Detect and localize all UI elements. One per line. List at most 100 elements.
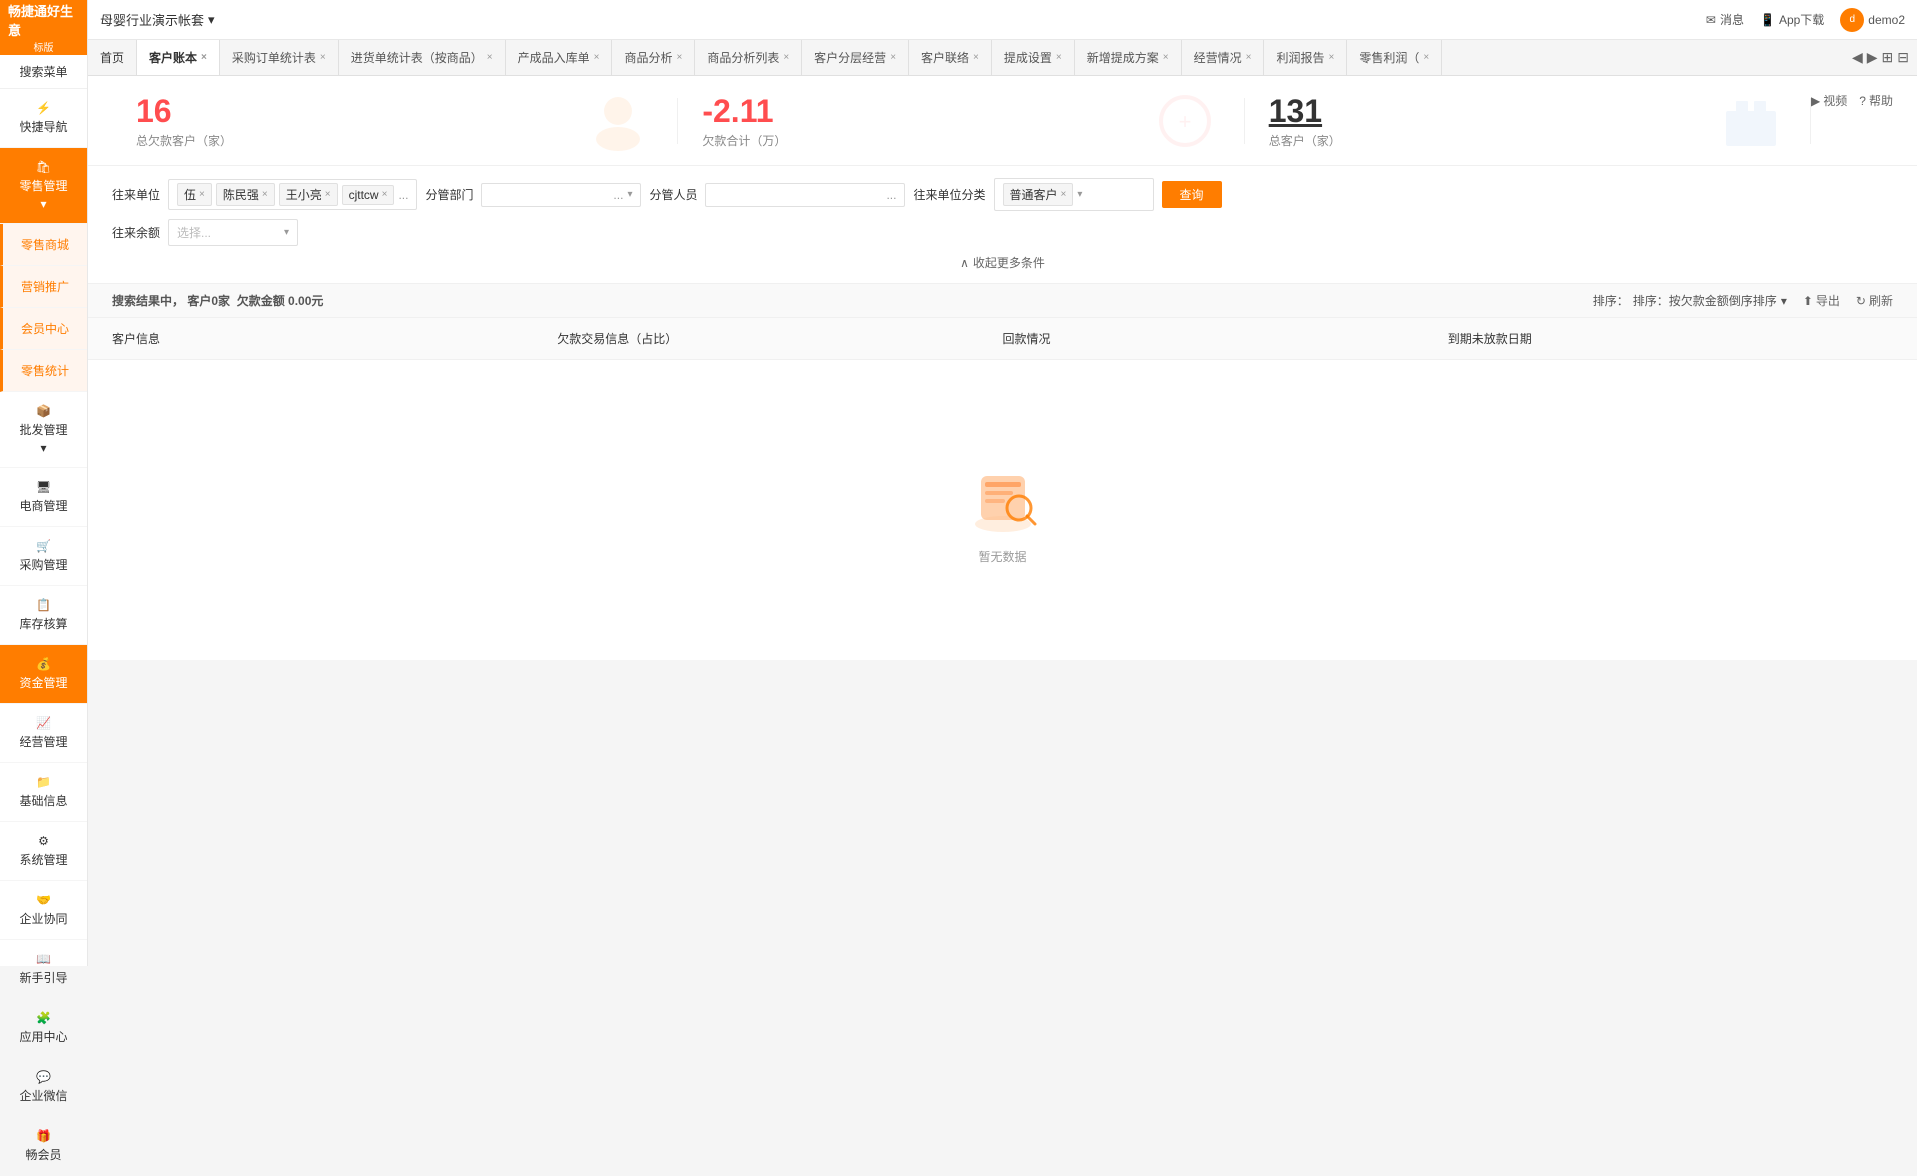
sidebar-item-label: 新手引导 [19,969,67,986]
remainder-filter-select[interactable]: 选择... ▾ [168,219,298,246]
tab-inbound-stats[interactable]: 进货单统计表（按商品） × [339,40,506,76]
table-body: 暂无数据 [88,360,1917,660]
dept-filter-select[interactable]: ... ▾ [481,183,641,207]
sidebar-item-finance[interactable]: 💰 资金管理 [0,645,87,704]
search-label: 搜索结果中， [112,294,184,308]
download-label: App下载 [1779,11,1824,28]
filter-tag-4[interactable]: cjttcw × [342,185,395,205]
person-filter-select[interactable]: ... [705,183,905,207]
app-download-btn[interactable]: 📱 App下载 [1760,11,1824,28]
sidebar-item-corp-wechat[interactable]: 💬 企业微信 [0,1058,87,1117]
sidebar-item-purchase[interactable]: 🛒 采购管理 [0,527,87,586]
tab-contact-close[interactable]: × [973,52,979,63]
sidebar-item-retail-mgmt[interactable]: 🛍 零售管理 ▾ [0,148,87,224]
filter-tag-2-label: 陈民强 [223,186,259,203]
tab-profit-close[interactable]: × [1328,52,1334,63]
customer-count: 客户0家 [187,294,230,308]
category-tag[interactable]: 普通客户 × [1003,183,1074,206]
tab-goods-list[interactable]: 商品分析列表 × [695,40,802,76]
person-more[interactable]: ... [886,188,896,202]
sidebar-item-label: 会员中心 [21,320,69,337]
video-link[interactable]: ▶ 视频 [1811,92,1847,109]
sidebar-item-vip[interactable]: 🎁 畅会员 [0,1117,87,1176]
sidebar-item-ecom[interactable]: 🖥 电商管理 [0,468,87,527]
sidebar-item-label: 系统管理 [19,851,67,868]
col-debt-info: 欠款交易信息（占比） [557,330,1002,347]
tab-profit-report[interactable]: 利润报告 × [1264,40,1347,76]
category-filter-select[interactable]: 普通客户 × ▾ [994,178,1154,211]
filter-tag-3-close[interactable]: × [325,189,331,200]
filter-tag-2-close[interactable]: × [262,189,268,200]
tab-product-close[interactable]: × [594,52,600,63]
tab-prev-arrow[interactable]: ◀ [1852,49,1863,66]
sidebar-item-member[interactable]: 会员中心 [0,308,87,350]
quick-nav-icon: ⚡ [36,101,51,115]
tab-collapse-icon[interactable]: ⊟ [1897,49,1909,66]
filter-tag-4-close[interactable]: × [382,189,388,200]
filter-tags-more[interactable]: ... [398,188,408,202]
guide-icon: 📖 [36,952,51,966]
tab-home[interactable]: 首页 [88,40,137,76]
tab-ops-close[interactable]: × [1246,52,1252,63]
tab-retail-profit[interactable]: 零售利润（ × [1347,40,1442,76]
query-button[interactable]: 查询 [1162,181,1222,208]
tab-customer-contact[interactable]: 客户联络 × [909,40,992,76]
tab-next-arrow[interactable]: ▶ [1867,49,1878,66]
filter-tag-3-label: 王小亮 [286,186,322,203]
message-btn[interactable]: ✉ 消息 [1706,11,1744,28]
sidebar: 畅捷通好生意 标版 搜索菜单 ⚡ 快捷导航 🛍 零售管理 ▾ 零售商城 营销推广… [0,0,88,966]
sidebar-item-corp-collab[interactable]: 🤝 企业协同 [0,881,87,940]
tab-promo-settings[interactable]: 提成设置 × [992,40,1075,76]
sort-selector[interactable]: 排序： 排序：按欠款金额倒序排序 ▾ [1593,292,1787,309]
user-profile-btn[interactable]: d demo2 [1840,8,1905,32]
sidebar-search[interactable]: 搜索菜单 [0,55,87,89]
tab-new-promo-close[interactable]: × [1163,52,1169,63]
tab-customers[interactable]: 客户账本 × [137,40,220,76]
tab-goods-list-close[interactable]: × [783,52,789,63]
sidebar-item-retail-stats[interactable]: 零售统计 [0,350,87,392]
filter-tag-1[interactable]: 伍 × [177,183,212,206]
tab-customers-close[interactable]: × [201,52,207,63]
remainder-arrow-icon: ▾ [284,227,289,238]
sidebar-item-basic-info[interactable]: 📁 基础信息 [0,763,87,822]
filter-tag-1-close[interactable]: × [199,189,205,200]
sidebar-item-quick-nav[interactable]: ⚡ 快捷导航 [0,89,87,148]
export-btn[interactable]: ⬆ 导出 [1803,292,1840,309]
tab-purchase-close[interactable]: × [320,52,326,63]
sidebar-item-apps[interactable]: 🧩 应用中心 [0,999,87,1058]
category-tag-label: 普通客户 [1010,186,1058,203]
tab-customer-seg-close[interactable]: × [890,52,896,63]
refresh-btn[interactable]: ↻ 刷新 [1856,292,1893,309]
tab-goods-analysis[interactable]: 商品分析 × [612,40,695,76]
category-tag-close[interactable]: × [1061,189,1067,200]
tab-inbound-close[interactable]: × [487,52,493,63]
sidebar-item-ops[interactable]: 📈 经营管理 [0,704,87,763]
sidebar-item-guide[interactable]: 📖 新手引导 [0,940,87,999]
sidebar-item-system[interactable]: ⚙ 系统管理 [0,822,87,881]
sidebar-item-label: 零售商城 [21,236,69,253]
tab-customer-seg[interactable]: 客户分层经营 × [802,40,909,76]
tab-goods-close[interactable]: × [676,52,682,63]
sidebar-item-marketing[interactable]: 营销推广 [0,266,87,308]
sidebar-item-retail-shop[interactable]: 零售商城 [0,224,87,266]
refresh-label: 刷新 [1869,292,1893,309]
help-link[interactable]: ? 帮助 [1859,92,1893,109]
workspace-selector[interactable]: 母婴行业演示帐套 ▾ [100,10,215,29]
sidebar-item-stock[interactable]: 📋 库存核算 [0,586,87,645]
tab-purchase-order[interactable]: 采购订单统计表 × [220,40,339,76]
tab-promo-close[interactable]: × [1056,52,1062,63]
filter-tag-1-label: 伍 [184,186,196,203]
filter-tag-3[interactable]: 王小亮 × [279,183,338,206]
tab-new-promo[interactable]: 新增提成方案 × [1075,40,1182,76]
collapse-filter-btn[interactable]: ∧ 收起更多条件 [112,254,1893,271]
filter-tag-2[interactable]: 陈民强 × [216,183,275,206]
tab-expand-icon[interactable]: ⊞ [1882,49,1894,66]
sidebar-item-label: 营销推广 [21,278,69,295]
tab-ops-status[interactable]: 经营情况 × [1182,40,1265,76]
tab-product-inbound[interactable]: 产成品入库单 × [506,40,613,76]
tab-retail-profit-close[interactable]: × [1423,52,1429,63]
unit-filter-input[interactable]: 伍 × 陈民强 × 王小亮 × cjttcw × ... [168,179,417,210]
dept-more[interactable]: ... [613,188,623,202]
sidebar-item-wholesale[interactable]: 📦 批发管理 ▾ [0,392,87,468]
sort-arrow-icon: ▾ [1781,294,1787,308]
